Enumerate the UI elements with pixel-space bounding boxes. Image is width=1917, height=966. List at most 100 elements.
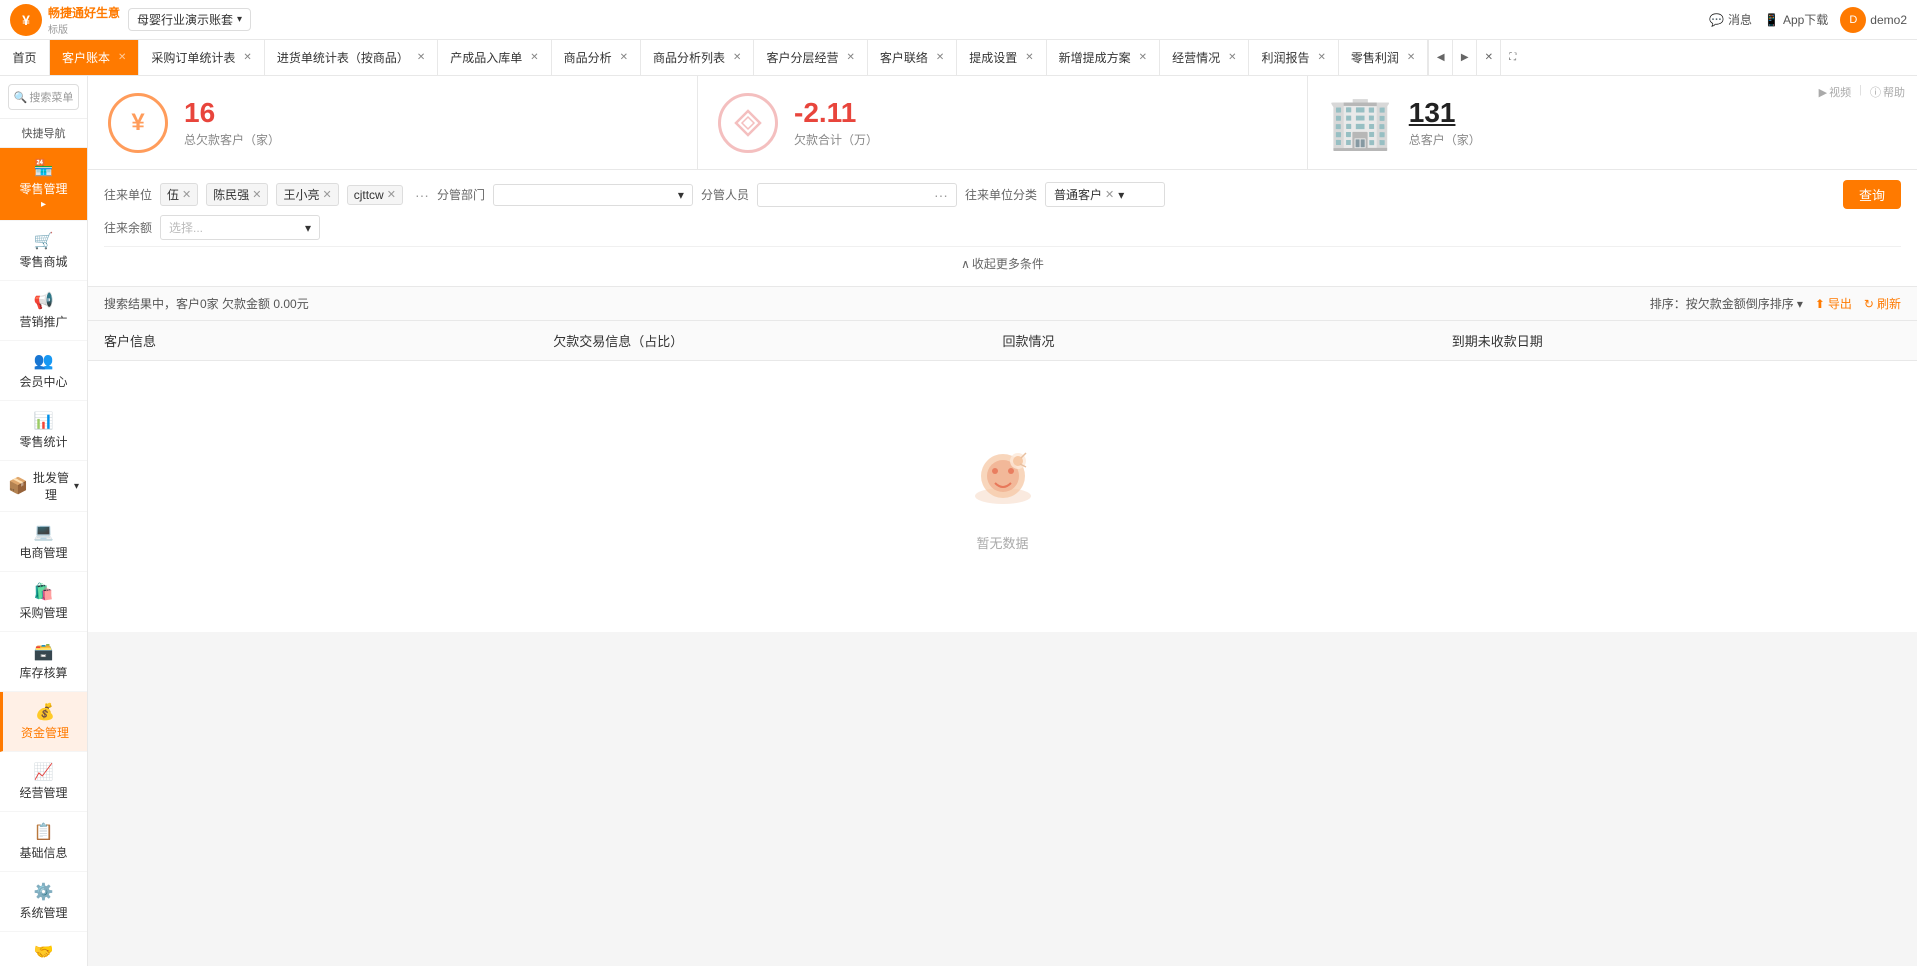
unit-class-select[interactable]: 普通客户 ✕ ▾ [1045,182,1165,207]
collapse-button[interactable]: ∧ 收起更多条件 [949,251,1056,276]
finance-icon: 💰 [35,702,55,722]
sidebar-item-finance[interactable]: 💰 资金管理 [0,692,87,752]
nav-next-arrow[interactable]: ▶ [1452,40,1476,75]
more-tags-button[interactable]: ··· [415,187,429,203]
filter-tag-chen[interactable]: 陈民强 ✕ [206,183,268,206]
nav-prev-arrow[interactable]: ◀ [1428,40,1452,75]
user-label: demo2 [1870,13,1907,27]
yuan-icon: ¥ [131,109,144,137]
refresh-icon: ↻ [1864,297,1874,311]
remove-icon[interactable]: ✕ [182,188,191,201]
table-area: 客户信息 欠款交易信息（占比） 回款情况 到期未收款日期 [88,321,1917,632]
sidebar-item-operations[interactable]: 📈 经营管理 [0,752,87,812]
filter-tag-cjttcw[interactable]: cjttcw ✕ [347,185,403,205]
tab-label: 客户分层经营 [766,49,838,66]
balance-select[interactable]: 选择... ▾ [160,215,320,240]
stat-info-3: 131 总客户（家） [1409,97,1481,148]
close-icon[interactable]: ✕ [1317,52,1325,63]
close-icon[interactable]: ✕ [1407,52,1415,63]
tab-retail-profit[interactable]: 零售利润 ✕ [1339,40,1428,75]
table-header: 客户信息 欠款交易信息（占比） 回款情况 到期未收款日期 [88,321,1917,361]
sidebar-item-label: 经营管理 [19,784,67,801]
filter-tag-wang[interactable]: 王小亮 ✕ [276,183,338,206]
remove-icon[interactable]: ✕ [323,188,332,201]
logo-icon: ¥ [10,4,42,36]
remove-icon[interactable]: ✕ [252,188,261,201]
filter-tag-wu[interactable]: 伍 ✕ [160,183,198,206]
person-select[interactable]: ··· [757,183,957,207]
app-download-button[interactable]: 📱 App下载 [1764,11,1828,28]
tab-customer-contact[interactable]: 客户联络 ✕ [868,40,957,75]
close-icon[interactable]: ✕ [1025,52,1033,63]
marketing-icon: 📢 [34,291,54,311]
results-summary: 搜索结果中，客户0家 欠款金额 0.00元 [104,295,309,312]
tab-product-analysis[interactable]: 商品分析 ✕ [552,40,641,75]
collapse-bar: ∧ 收起更多条件 [104,246,1901,276]
stat-icon-area-3: 🏢 [1328,92,1393,153]
tab-commission-setting[interactable]: 提成设置 ✕ [957,40,1046,75]
dept-select[interactable]: ▾ [493,184,693,206]
sidebar-item-system[interactable]: ⚙️ 系统管理 [0,872,87,932]
close-icon[interactable]: ✕ [417,52,425,63]
close-icon[interactable]: ✕ [936,52,944,63]
tab-product-analysis-list[interactable]: 商品分析列表 ✕ [641,40,754,75]
tab-operation[interactable]: 经营情况 ✕ [1160,40,1249,75]
tab-home[interactable]: 首页 [0,40,50,75]
sidebar-item-enterprise-collab[interactable]: 🤝 企业协同 [0,932,87,966]
video-label: 视频 [1829,84,1851,100]
chevron-up-icon: ∧ [961,257,970,271]
sidebar-item-purchase[interactable]: 🛍️ 采购管理 [0,572,87,632]
tab-new-commission[interactable]: 新增提成方案 ✕ [1047,40,1160,75]
close-icon[interactable]: ✕ [733,52,741,63]
close-icon[interactable]: ✕ [620,52,628,63]
close-icon[interactable]: ✕ [530,52,538,63]
unit-label: 往来单位 [104,186,152,203]
video-link[interactable]: ▶ 视频 [1819,84,1851,100]
close-icon[interactable]: ✕ [1228,52,1236,63]
nav-expand-icon[interactable]: ⛶ [1500,40,1524,75]
sidebar-item-retail-mall[interactable]: 🛒 零售商城 [0,221,87,281]
tab-customer-account[interactable]: 客户账本 ✕ [50,40,139,75]
close-icon[interactable]: ✕ [1139,52,1147,63]
sidebar-item-basic-info[interactable]: 📋 基础信息 [0,812,87,872]
stat-info-1: 16 总欠款客户（家） [184,97,280,148]
remove-icon[interactable]: ✕ [1105,188,1114,201]
nav-close-all[interactable]: ✕ [1476,40,1500,75]
close-icon[interactable]: ✕ [846,52,854,63]
user-menu[interactable]: D demo2 [1840,7,1907,33]
close-icon[interactable]: ✕ [118,52,126,63]
tab-stock-in[interactable]: 进货单统计表（按商品） ✕ [265,40,438,75]
industry-selector[interactable]: 母婴行业演示账套 ▾ [128,8,251,31]
sidebar-item-ecommerce[interactable]: 💻 电商管理 [0,512,87,572]
tab-customer-tier[interactable]: 客户分层经营 ✕ [754,40,867,75]
sidebar-item-label: 零售商城 [19,253,67,270]
sidebar-item-label: 系统管理 [19,904,67,921]
sidebar-item-retail-management[interactable]: 🏪 零售管理 ▸ [0,148,87,221]
divider: | [1859,84,1862,100]
close-icon[interactable]: ✕ [243,52,251,63]
sidebar-item-label: 资金管理 [21,724,69,741]
sidebar-quick-nav[interactable]: 快捷导航 [0,119,87,148]
sidebar-item-marketing[interactable]: 📢 营销推广 [0,281,87,341]
help-link[interactable]: ⓘ 帮助 [1870,84,1905,100]
sidebar-item-inventory[interactable]: 🗃️ 库存核算 [0,632,87,692]
search-menu-button[interactable]: 🔍 搜索菜单 [8,84,79,110]
message-button[interactable]: 💬 消息 [1709,11,1752,28]
stat-icon-area-1: ¥ [108,93,168,153]
export-button[interactable]: ⬆ 导出 [1815,295,1852,312]
sidebar-item-wholesale[interactable]: 📦 批发管理 ▾ [0,461,87,512]
tab-profit-report[interactable]: 利润报告 ✕ [1249,40,1338,75]
refresh-button[interactable]: ↻ 刷新 [1864,295,1901,312]
unit-class-tag[interactable]: 普通客户 ✕ [1054,186,1114,203]
sidebar-item-member-center[interactable]: 👥 会员中心 [0,341,87,401]
tab-product-stock[interactable]: 产成品入库单 ✕ [438,40,551,75]
remove-icon[interactable]: ✕ [387,188,396,201]
sort-select[interactable]: 排序：按欠款金额倒序排序 ▾ [1650,295,1803,312]
sidebar-item-retail-stats[interactable]: 📊 零售统计 [0,401,87,461]
play-icon: ▶ [1819,86,1827,99]
stat-value-arrears-customers: 16 [184,97,280,129]
query-button[interactable]: 查询 [1843,180,1901,209]
tab-purchase-order[interactable]: 采购订单统计表 ✕ [139,40,264,75]
export-icon: ⬆ [1815,297,1825,311]
person-more[interactable]: ··· [934,187,948,203]
